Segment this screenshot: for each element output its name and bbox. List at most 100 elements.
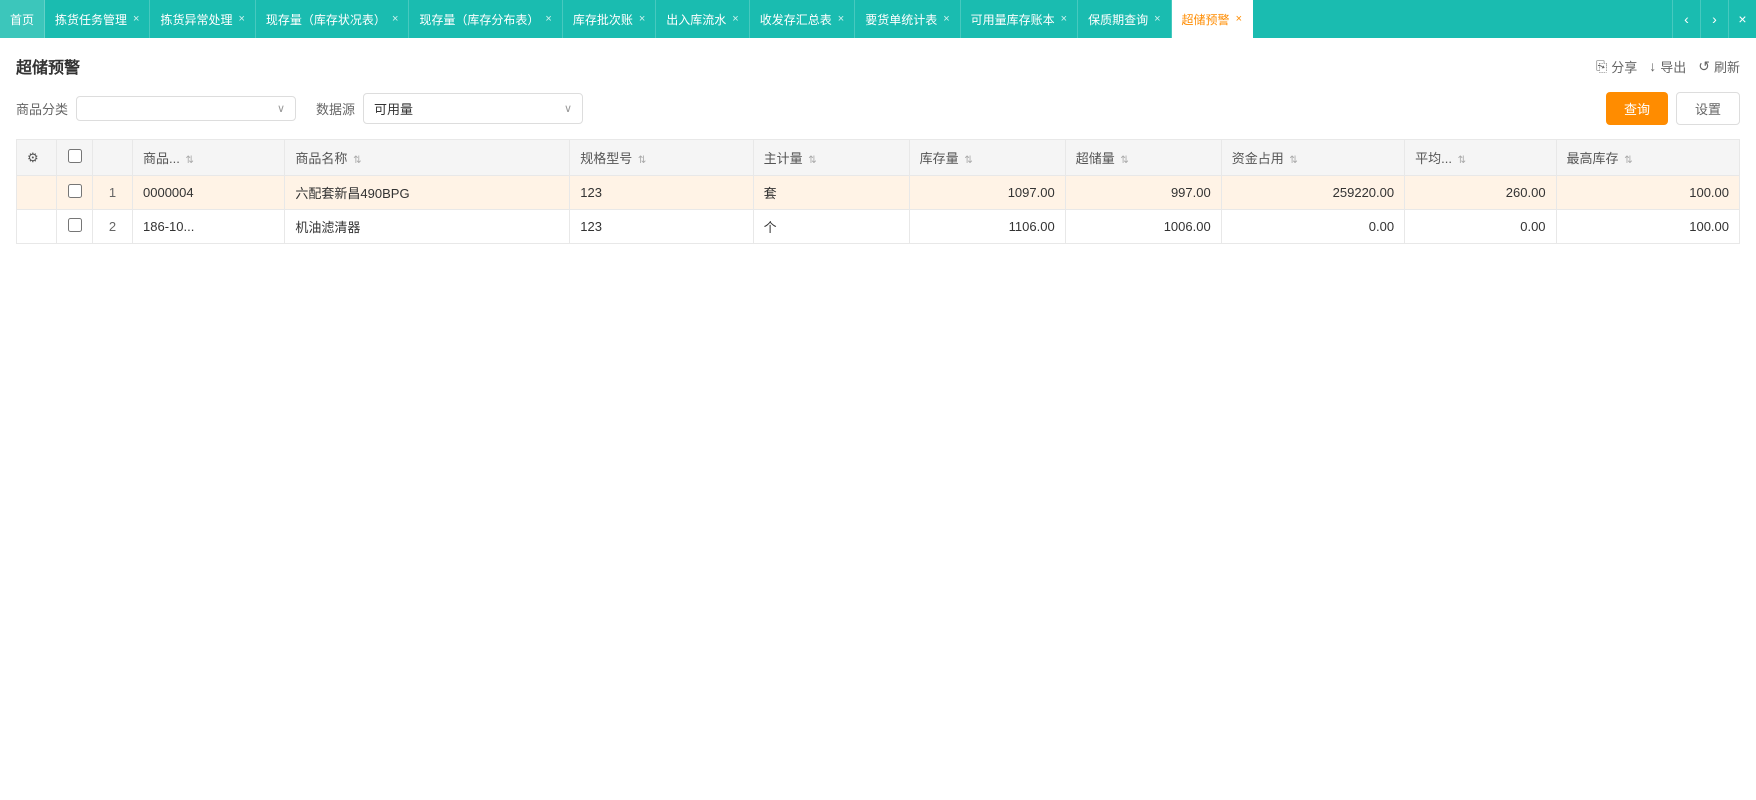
- row-overstock-qty: 1006.00: [1065, 210, 1221, 244]
- row-capital-occupied: 259220.00: [1221, 176, 1404, 210]
- row-product-name: 六配套新昌490BPG: [285, 176, 570, 210]
- row-num: 1: [93, 176, 133, 210]
- th-avg[interactable]: 平均... ⇅: [1405, 140, 1556, 176]
- th-unit[interactable]: 主计量 ⇅: [753, 140, 909, 176]
- row-settings-cell: [17, 176, 57, 210]
- sort-max-stock-icon: ⇅: [1624, 155, 1632, 166]
- th-product-code[interactable]: 商品... ⇅: [133, 140, 285, 176]
- row-checkbox[interactable]: [68, 218, 82, 232]
- datasource-select[interactable]: 可用量 ∨: [363, 93, 583, 124]
- nav-batch-account[interactable]: 库存批次账 ×: [563, 0, 656, 38]
- close-recv-summary-icon[interactable]: ×: [838, 13, 844, 25]
- close-order-stat-icon[interactable]: ×: [943, 13, 949, 25]
- row-max-stock: 100.00: [1556, 176, 1739, 210]
- filter-row: 商品分类 ∨ 数据源 可用量 ∨ 查询 设置: [16, 92, 1740, 125]
- select-all-checkbox[interactable]: [68, 149, 82, 163]
- datasource-select-value: 可用量: [374, 99, 413, 118]
- nav-next-button[interactable]: ›: [1700, 0, 1728, 38]
- share-label: 分享: [1611, 57, 1637, 76]
- nav-abnormal[interactable]: 拣货异常处理 ×: [150, 0, 255, 38]
- row-checkbox[interactable]: [68, 184, 82, 198]
- close-stock-status-icon[interactable]: ×: [392, 13, 398, 25]
- th-product-name-label: 商品名称: [295, 151, 347, 166]
- th-max-stock-label: 最高库存: [1567, 151, 1619, 166]
- header-actions: ⎘ 分享 ↓ 导出 ↺ 刷新: [1596, 57, 1740, 76]
- th-stock-qty[interactable]: 库存量 ⇅: [909, 140, 1065, 176]
- data-table: ⚙ 商品... ⇅ 商品名称 ⇅ 规格型号 ⇅: [16, 139, 1740, 244]
- th-product-name[interactable]: 商品名称 ⇅: [285, 140, 570, 176]
- top-nav: 首页 拣货任务管理 × 拣货异常处理 × 现存量（库存状况表） × 现存量（库存…: [0, 0, 1756, 38]
- nav-recv-summary[interactable]: 收发存汇总表 ×: [750, 0, 855, 38]
- nav-quality-check-label: 保质期查询: [1088, 11, 1148, 28]
- nav-stock-status[interactable]: 现存量（库存状况表） ×: [256, 0, 409, 38]
- nav-quality-check[interactable]: 保质期查询 ×: [1078, 0, 1171, 38]
- th-overstock-qty-label: 超储量: [1076, 151, 1115, 166]
- th-settings[interactable]: ⚙: [17, 140, 57, 176]
- row-product-name: 机油滤清器: [285, 210, 570, 244]
- row-checkbox-cell[interactable]: [57, 210, 93, 244]
- sort-spec-icon: ⇅: [638, 155, 646, 166]
- th-capital-occupied[interactable]: 资金占用 ⇅: [1221, 140, 1404, 176]
- nav-task-mgmt-label: 拣货任务管理: [55, 11, 127, 28]
- close-overstock-icon[interactable]: ×: [1236, 13, 1242, 25]
- nav-avail-ledger-label: 可用量库存账本: [971, 11, 1055, 28]
- sort-overstock-qty-icon: ⇅: [1120, 155, 1128, 166]
- nav-stock-dist[interactable]: 现存量（库存分布表） ×: [409, 0, 562, 38]
- query-button[interactable]: 查询: [1606, 92, 1668, 125]
- nav-home[interactable]: 首页: [0, 0, 45, 38]
- row-product-code: 0000004: [133, 176, 285, 210]
- th-stock-qty-label: 库存量: [920, 151, 959, 166]
- nav-avail-ledger[interactable]: 可用量库存账本 ×: [961, 0, 1078, 38]
- close-quality-check-icon[interactable]: ×: [1154, 13, 1160, 25]
- page-title: 超储预警: [16, 54, 80, 78]
- close-avail-ledger-icon[interactable]: ×: [1061, 13, 1067, 25]
- close-abnormal-icon[interactable]: ×: [238, 13, 244, 25]
- table-row: 1 0000004 六配套新昌490BPG 123 套 1097.00 997.…: [17, 176, 1740, 210]
- nav-arrows: ‹ › ×: [1672, 0, 1756, 38]
- table-header-row: ⚙ 商品... ⇅ 商品名称 ⇅ 规格型号 ⇅: [17, 140, 1740, 176]
- refresh-button[interactable]: ↺ 刷新: [1698, 57, 1740, 76]
- nav-close-all-button[interactable]: ×: [1728, 0, 1756, 38]
- nav-prev-button[interactable]: ‹: [1672, 0, 1700, 38]
- sort-product-code-icon: ⇅: [185, 155, 193, 166]
- nav-overstock[interactable]: 超储预警 ×: [1172, 0, 1253, 38]
- nav-in-out-flow[interactable]: 出入库流水 ×: [656, 0, 749, 38]
- nav-order-stat[interactable]: 要货单统计表 ×: [855, 0, 960, 38]
- nav-task-mgmt[interactable]: 拣货任务管理 ×: [45, 0, 150, 38]
- close-task-mgmt-icon[interactable]: ×: [133, 13, 139, 25]
- category-select[interactable]: ∨: [76, 96, 296, 121]
- th-spec-label: 规格型号: [580, 151, 632, 166]
- row-avg: 0.00: [1405, 210, 1556, 244]
- nav-recv-summary-label: 收发存汇总表: [760, 11, 832, 28]
- table-row: 2 186-10... 机油滤清器 123 个 1106.00 1006.00 …: [17, 210, 1740, 244]
- refresh-icon: ↺: [1698, 58, 1710, 75]
- share-icon: ⎘: [1596, 58, 1607, 75]
- page-header: 超储预警 ⎘ 分享 ↓ 导出 ↺ 刷新: [16, 54, 1740, 78]
- gear-icon: ⚙: [27, 150, 39, 165]
- th-checkbox[interactable]: [57, 140, 93, 176]
- sort-stock-qty-icon: ⇅: [964, 155, 972, 166]
- row-stock-qty: 1097.00: [909, 176, 1065, 210]
- row-stock-qty: 1106.00: [909, 210, 1065, 244]
- export-button[interactable]: ↓ 导出: [1649, 57, 1686, 76]
- row-max-stock: 100.00: [1556, 210, 1739, 244]
- table-body: 1 0000004 六配套新昌490BPG 123 套 1097.00 997.…: [17, 176, 1740, 244]
- th-product-code-label: 商品...: [143, 151, 180, 166]
- nav-overstock-label: 超储预警: [1182, 11, 1230, 28]
- nav-home-label: 首页: [10, 11, 34, 28]
- close-in-out-flow-icon[interactable]: ×: [732, 13, 738, 25]
- category-chevron-icon: ∨: [277, 102, 285, 115]
- category-label: 商品分类: [16, 99, 68, 118]
- row-overstock-qty: 997.00: [1065, 176, 1221, 210]
- row-capital-occupied: 0.00: [1221, 210, 1404, 244]
- row-checkbox-cell[interactable]: [57, 176, 93, 210]
- th-overstock-qty[interactable]: 超储量 ⇅: [1065, 140, 1221, 176]
- close-stock-dist-icon[interactable]: ×: [545, 13, 551, 25]
- close-batch-account-icon[interactable]: ×: [639, 13, 645, 25]
- share-button[interactable]: ⎘ 分享: [1596, 57, 1637, 76]
- th-spec[interactable]: 规格型号 ⇅: [570, 140, 753, 176]
- th-max-stock[interactable]: 最高库存 ⇅: [1556, 140, 1739, 176]
- row-settings-cell: [17, 210, 57, 244]
- category-filter: 商品分类 ∨: [16, 96, 296, 121]
- settings-button[interactable]: 设置: [1676, 92, 1740, 125]
